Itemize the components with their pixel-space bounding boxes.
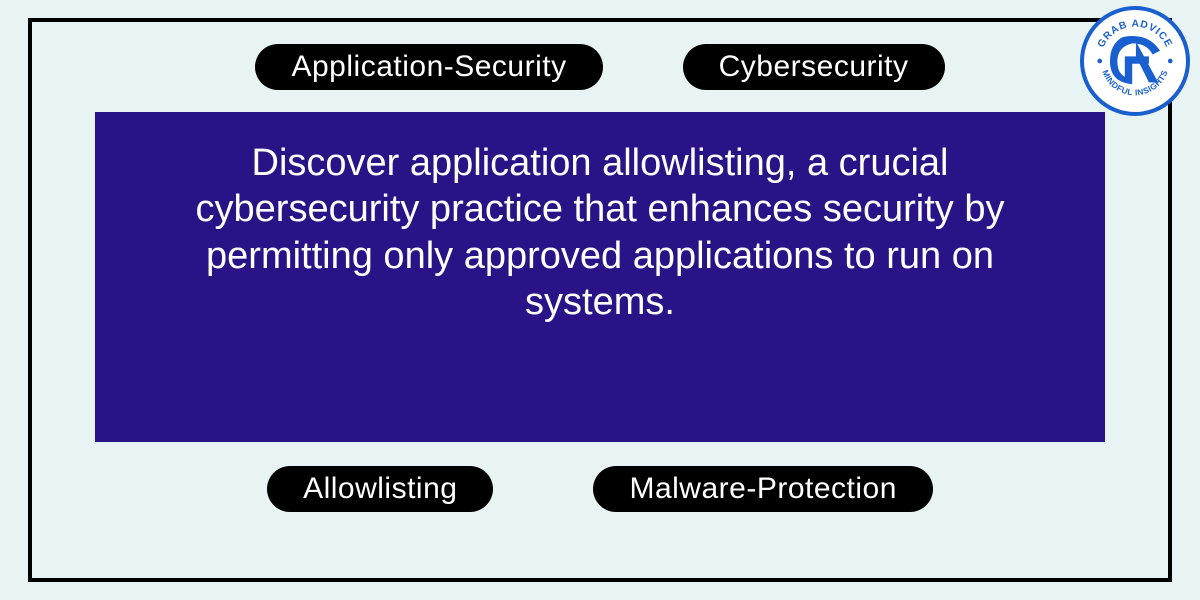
logo-bottom-text: MINDFUL INSIGHTS [1100,68,1169,97]
logo-svg: GRAB ADVICE MINDFUL INSIGHTS [1084,10,1186,112]
logo-top-text: GRAB ADVICE [1096,19,1174,50]
bottom-tags-row: Allowlisting Malware-Protection [32,466,1168,512]
tag-cybersecurity: Cybersecurity [683,44,945,90]
brand-logo: GRAB ADVICE MINDFUL INSIGHTS [1080,6,1190,116]
description-text: Discover application allowlisting, a cru… [135,140,1065,325]
tag-application-security: Application-Security [255,44,602,90]
svg-text:MINDFUL INSIGHTS: MINDFUL INSIGHTS [1100,68,1169,97]
svg-text:GRAB ADVICE: GRAB ADVICE [1096,19,1174,50]
logo-circle: GRAB ADVICE MINDFUL INSIGHTS [1080,6,1190,116]
top-tags-row: Application-Security Cybersecurity [32,44,1168,90]
content-frame: Application-Security Cybersecurity Disco… [28,18,1172,582]
tag-allowlisting: Allowlisting [267,466,493,512]
logo-mark [1110,36,1160,84]
tag-malware-protection: Malware-Protection [593,466,932,512]
description-panel: Discover application allowlisting, a cru… [95,112,1105,442]
